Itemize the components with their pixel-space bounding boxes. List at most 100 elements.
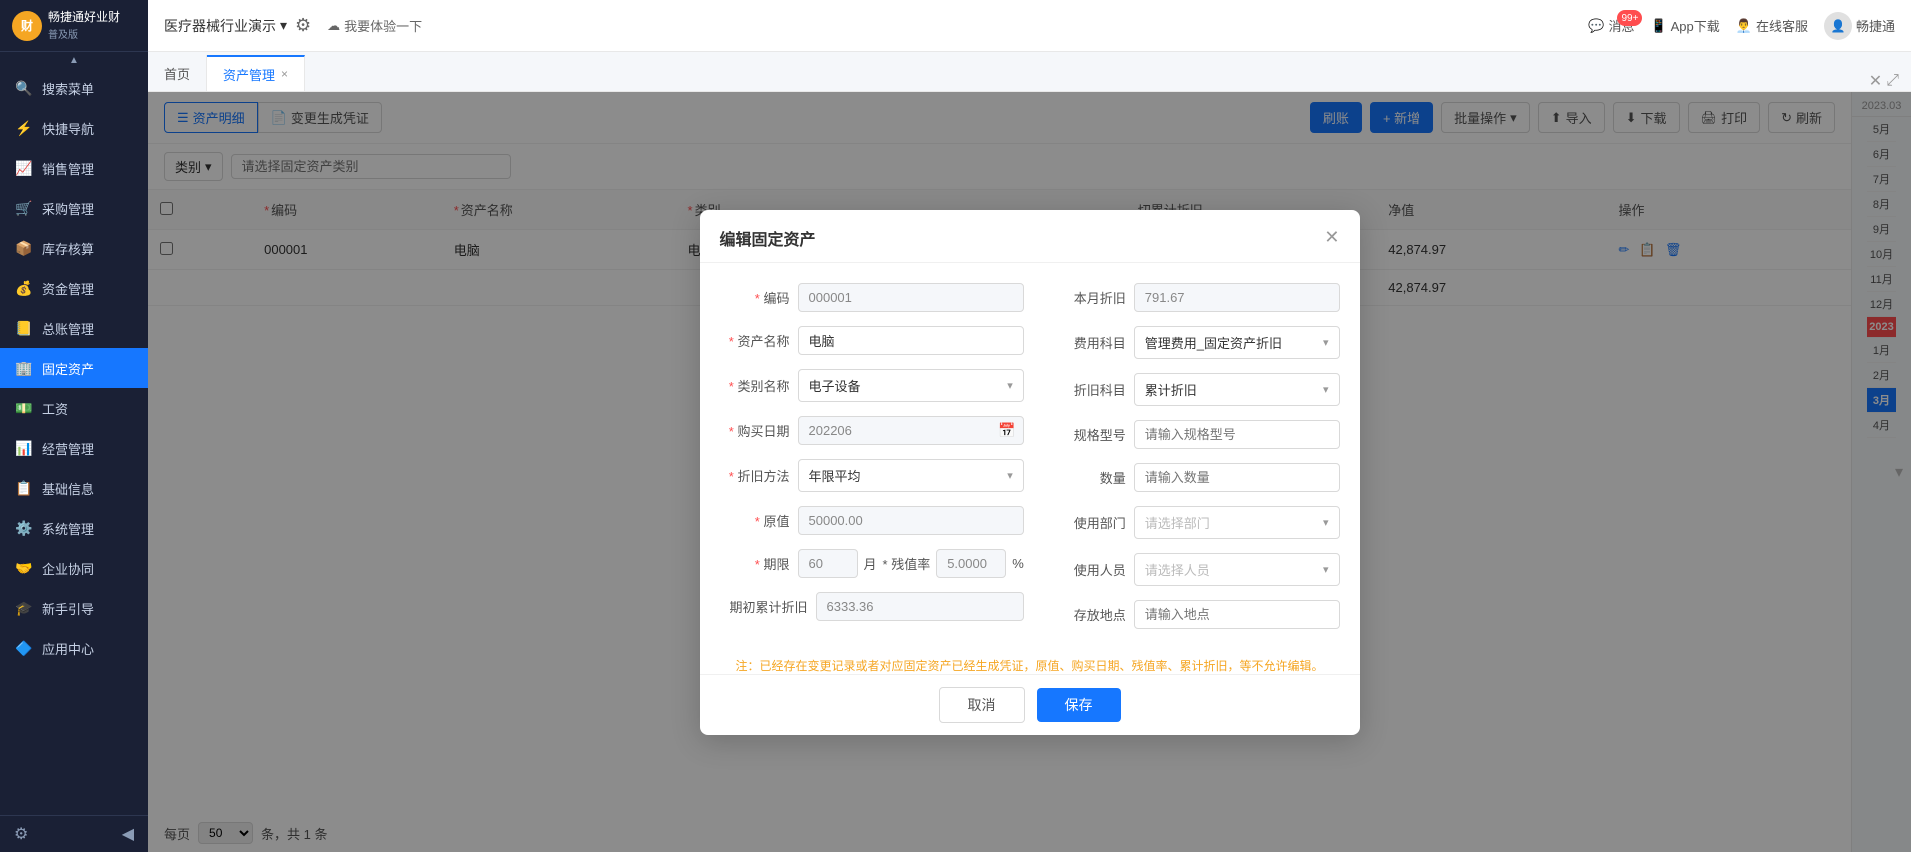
sidebar-label-guide: 新手引导 [42,599,94,618]
sidebar-icon-operations: 📊 [14,438,34,458]
sidebar-item-cooperation[interactable]: 🤝 企业协同 [0,548,148,588]
spec-input[interactable] [1134,420,1340,449]
tabs-bar: 首页 资产管理 × ✕ ⤢ [148,52,1911,92]
user-label: 使用人员 [1056,560,1126,579]
sidebar-item-purchase[interactable]: 🛒 采购管理 [0,188,148,228]
category-select[interactable]: 电子设备 ▾ [798,369,1024,402]
project-name: 医疗器械行业演示 [164,16,276,36]
form-right: 本月折旧 费用科目 管理费用_固定资产折旧 ▾ [1056,283,1340,629]
sidebar-item-ledger[interactable]: 📒 总账管理 [0,308,148,348]
original-value-input[interactable] [798,506,1024,535]
sidebar-item-operations[interactable]: 📊 经营管理 [0,428,148,468]
sidebar-icon-finance: 💰 [14,278,34,298]
experience-btn[interactable]: ☁ 我要体验一下 [319,12,430,39]
department-arrow: ▾ [1323,516,1329,529]
period-residual-inline: 月 * 残值率 % [798,549,1024,578]
monthly-dep-input[interactable] [1134,283,1340,312]
sidebar-label-cooperation: 企业协同 [42,559,94,578]
modal-note: 注：已经存在变更记录或者对应固定资产已经生成凭证，原值、购买日期、残值率、累计折… [700,649,1360,674]
sidebar-icon-payroll: 💵 [14,398,34,418]
original-value-label: * 原值 [720,511,790,530]
online-service-label: 在线客服 [1756,16,1808,35]
expense-subject-arrow: ▾ [1323,336,1329,349]
sidebar-item-search[interactable]: 🔍 搜索菜单 [0,68,148,108]
field-category: * 类别名称 电子设备 ▾ [720,369,1024,402]
quantity-label: 数量 [1056,468,1126,487]
expense-subject-label: 费用科目 [1056,333,1126,352]
location-label: 存放地点 [1056,605,1126,624]
tab-asset-label: 资产管理 [223,65,275,84]
sidebar-icon-sales: 📈 [14,158,34,178]
sidebar-scroll-up[interactable]: ▲ [0,52,148,68]
expense-subject-select[interactable]: 管理费用_固定资产折旧 ▾ [1134,326,1340,359]
modal-overlay: 编辑固定资产 ✕ * 编码 [148,92,1911,852]
cancel-button[interactable]: 取消 [939,687,1025,723]
settings-bottom-icon[interactable]: ⚙ [14,824,28,844]
sidebar-icon-appstore: 🔷 [14,638,34,658]
user-arrow: ▾ [1323,563,1329,576]
user-select[interactable]: 请选择人员 ▾ [1134,553,1340,586]
app-download-icon: 📱 [1650,18,1666,34]
field-period-cum-dep: 期初累计折旧 [720,592,1024,621]
sidebar-item-finance[interactable]: 💰 资金管理 [0,268,148,308]
period-input[interactable] [798,549,858,578]
sidebar-icon-cooperation: 🤝 [14,558,34,578]
sidebar-item-appstore[interactable]: 🔷 应用中心 [0,628,148,668]
tab-asset-management[interactable]: 资产管理 × [207,55,305,91]
code-input[interactable] [798,283,1024,312]
residual-rate-input[interactable] [936,549,1006,578]
form-left: * 编码 * 资产名称 * 类别名称 [720,283,1024,629]
avatar: 👤 [1824,12,1852,40]
tab-home[interactable]: 首页 [148,55,207,91]
sidebar-item-guide[interactable]: 🎓 新手引导 [0,588,148,628]
purchase-date-label: * 购买日期 [720,421,790,440]
main-area: 医疗器械行业演示 ▾ ⚙ ☁ 我要体验一下 💬 消息 99+ 📱 App下载 👨… [148,0,1911,852]
sidebar-item-quicknav[interactable]: ⚡ 快捷导航 [0,108,148,148]
dep-method-select[interactable]: 年限平均 ▾ [798,459,1024,492]
field-original-value: * 原值 [720,506,1024,535]
period-cum-dep-input[interactable] [816,592,1024,621]
field-dep-subject: 折旧科目 累计折旧 ▾ [1056,373,1340,406]
category-select-text: 电子设备 [809,376,1004,395]
tab-expand[interactable]: ⤢ [1886,72,1899,90]
sidebar-label-quicknav: 快捷导航 [42,119,94,138]
header-settings-icon[interactable]: ⚙ [295,15,311,36]
sidebar-item-assets[interactable]: 🏢 固定资产 [0,348,148,388]
header-left: 医疗器械行业演示 ▾ ⚙ ☁ 我要体验一下 [164,12,430,39]
sidebar-item-payroll[interactable]: 💵 工资 [0,388,148,428]
tab-close-icon[interactable]: × [281,67,288,81]
asset-name-input[interactable] [798,326,1024,355]
collapse-icon[interactable]: ◀ [122,824,134,844]
field-expense-subject: 费用科目 管理费用_固定资产折旧 ▾ [1056,326,1340,359]
dep-subject-select[interactable]: 累计折旧 ▾ [1134,373,1340,406]
dep-subject-arrow: ▾ [1323,383,1329,396]
category-select-arrow: ▾ [1007,379,1013,392]
tab-window-close[interactable]: ✕ [1869,71,1882,91]
save-button[interactable]: 保存 [1037,688,1121,722]
user-profile[interactable]: 👤 畅捷通 [1824,12,1895,40]
sidebar-item-basic[interactable]: 📋 基础信息 [0,468,148,508]
department-select[interactable]: 请选择部门 ▾ [1134,506,1340,539]
purchase-date-input[interactable] [798,416,1024,445]
location-input[interactable] [1134,600,1340,629]
online-service-action[interactable]: 👨‍💼 在线客服 [1736,16,1808,35]
field-quantity: 数量 [1056,463,1340,492]
sidebar-item-system[interactable]: ⚙️ 系统管理 [0,508,148,548]
sidebar-icon-ledger: 📒 [14,318,34,338]
sidebar-icon-guide: 🎓 [14,598,34,618]
sidebar-item-inventory[interactable]: 📦 库存核算 [0,228,148,268]
sidebar-item-sales[interactable]: 📈 销售管理 [0,148,148,188]
modal-title: 编辑固定资产 [720,226,816,250]
header-right: 💬 消息 99+ 📱 App下载 👨‍💼 在线客服 👤 畅捷通 [1588,12,1895,40]
quantity-input[interactable] [1134,463,1340,492]
sidebar-label-ledger: 总账管理 [42,319,94,338]
modal-close-icon[interactable]: ✕ [1324,227,1339,248]
message-action[interactable]: 💬 消息 99+ [1588,16,1634,35]
content-area: ☰ 资产明细 📄 变更生成凭证 刷账 + 新增 批量操作 [148,92,1911,852]
sidebar-icon-assets: 🏢 [14,358,34,378]
sidebar-label-finance: 资金管理 [42,279,94,298]
app-download-action[interactable]: 📱 App下载 [1650,16,1719,35]
field-purchase-date: * 购买日期 📅 [720,416,1024,445]
project-selector[interactable]: 医疗器械行业演示 ▾ [164,16,287,36]
sidebar-label-inventory: 库存核算 [42,239,94,258]
